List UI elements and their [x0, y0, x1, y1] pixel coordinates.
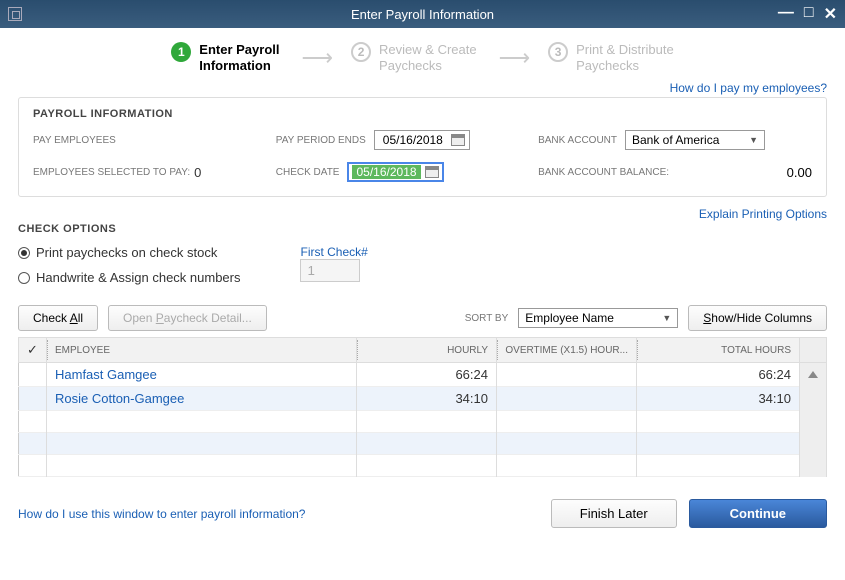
check-date-label: CHECK DATE [276, 167, 340, 178]
chevron-down-icon: ▼ [662, 313, 671, 323]
scroll-col [800, 338, 827, 363]
window-title: Enter Payroll Information [351, 7, 494, 22]
employee-name-link[interactable]: Hamfast Gamgee [47, 363, 357, 387]
step-1-circle: 1 [171, 42, 191, 62]
how-pay-link[interactable]: How do I pay my employees? [18, 81, 827, 95]
first-check-input [300, 259, 360, 282]
selected-count: 0 [194, 165, 201, 180]
bank-account-value: Bank of America [632, 133, 719, 147]
col-check[interactable]: ✓ [19, 338, 47, 363]
table-toolbar: Check All Open Paycheck Detail... SORT B… [18, 305, 827, 331]
sort-by-value: Employee Name [525, 311, 614, 325]
check-options-title: CHECK OPTIONS [18, 223, 827, 235]
step-2: 2 Review & Create Paychecks [351, 42, 477, 73]
radio-icon [18, 247, 30, 259]
overtime-cell[interactable] [497, 387, 637, 411]
row-checkbox[interactable] [19, 363, 47, 387]
table-row[interactable]: Hamfast Gamgee 66:24 66:24 [19, 363, 827, 387]
table-row[interactable]: Rosie Cotton-Gamgee 34:10 34:10 [19, 387, 827, 411]
handwrite-label: Handwrite & Assign check numbers [36, 270, 240, 285]
pay-period-ends-value: 05/16/2018 [379, 133, 447, 147]
step-2-circle: 2 [351, 42, 371, 62]
step-3-label: Print & Distribute Paychecks [576, 42, 674, 73]
total-cell: 66:24 [637, 363, 800, 387]
explain-printing-link[interactable]: Explain Printing Options [18, 207, 827, 221]
step-1-label: Enter Payroll Information [199, 42, 279, 73]
hourly-cell[interactable]: 66:24 [357, 363, 497, 387]
close-button[interactable]: ✕ [824, 4, 837, 24]
sort-by-label: SORT BY [465, 313, 509, 324]
pay-employees-label: PAY EMPLOYEES [33, 135, 116, 146]
table-row [19, 455, 827, 477]
col-employee[interactable]: EMPLOYEE [47, 338, 357, 363]
step-3: 3 Print & Distribute Paychecks [548, 42, 674, 73]
payroll-info-title: PAYROLL INFORMATION [33, 108, 812, 120]
row-checkbox[interactable] [19, 387, 47, 411]
footer-help-link[interactable]: How do I use this window to enter payrol… [18, 507, 305, 521]
titlebar: Enter Payroll Information — □ ✕ [0, 0, 845, 28]
continue-button[interactable]: Continue [689, 499, 827, 528]
step-3-circle: 3 [548, 42, 568, 62]
table-row [19, 411, 827, 433]
employee-name-link[interactable]: Rosie Cotton-Gamgee [47, 387, 357, 411]
table-row [19, 433, 827, 455]
check-date-input[interactable]: 05/16/2018 [347, 162, 443, 182]
minimize-button[interactable]: — [778, 4, 794, 24]
payroll-info-panel: PAYROLL INFORMATION PAY EMPLOYEES PAY PE… [18, 97, 827, 197]
open-paycheck-detail-button[interactable]: Open Paycheck Detail... [108, 305, 267, 331]
show-hide-columns-button[interactable]: Show/Hide Columns [688, 305, 827, 331]
employee-table: ✓ EMPLOYEE HOURLY OVERTIME (X1.5) HOUR..… [18, 337, 827, 477]
wizard-stepper: 1 Enter Payroll Information ⟶ 2 Review &… [18, 42, 827, 73]
col-overtime[interactable]: OVERTIME (X1.5) HOUR... [497, 338, 637, 363]
check-all-button[interactable]: Check All [18, 305, 98, 331]
check-date-value: 05/16/2018 [352, 165, 420, 179]
bank-account-select[interactable]: Bank of America ▼ [625, 130, 765, 150]
handwrite-radio[interactable]: Handwrite & Assign check numbers [18, 270, 240, 285]
pay-period-ends-input[interactable]: 05/16/2018 [374, 130, 470, 150]
footer: How do I use this window to enter payrol… [0, 487, 845, 540]
col-total[interactable]: TOTAL HOURS [637, 338, 800, 363]
first-check-label: First Check# [300, 245, 367, 259]
pay-period-ends-label: PAY PERIOD ENDS [276, 135, 366, 146]
chevron-down-icon: ▼ [749, 135, 758, 145]
calendar-icon[interactable] [451, 134, 465, 146]
scroll-up-button[interactable] [800, 363, 827, 387]
step-2-label: Review & Create Paychecks [379, 42, 477, 73]
print-paychecks-label: Print paychecks on check stock [36, 245, 217, 260]
hourly-cell[interactable]: 34:10 [357, 387, 497, 411]
step-1: 1 Enter Payroll Information [171, 42, 279, 73]
finish-later-button[interactable]: Finish Later [551, 499, 677, 528]
selected-label: EMPLOYEES SELECTED TO PAY: [33, 167, 190, 178]
check-options-section: CHECK OPTIONS Print paychecks on check s… [18, 223, 827, 295]
maximize-button[interactable]: □ [804, 4, 814, 24]
calendar-icon[interactable] [425, 166, 439, 178]
radio-icon [18, 272, 30, 284]
balance-label: BANK ACCOUNT BALANCE: [538, 167, 669, 178]
bank-account-label: BANK ACCOUNT [538, 135, 617, 146]
window-icon [8, 7, 22, 21]
overtime-cell[interactable] [497, 363, 637, 387]
arrow-icon: ⟶ [499, 45, 527, 71]
arrow-icon: ⟶ [302, 45, 330, 71]
sort-by-select[interactable]: Employee Name ▼ [518, 308, 678, 328]
col-hourly[interactable]: HOURLY [357, 338, 497, 363]
total-cell: 34:10 [637, 387, 800, 411]
print-paychecks-radio[interactable]: Print paychecks on check stock [18, 245, 240, 260]
balance-value: 0.00 [692, 165, 812, 180]
